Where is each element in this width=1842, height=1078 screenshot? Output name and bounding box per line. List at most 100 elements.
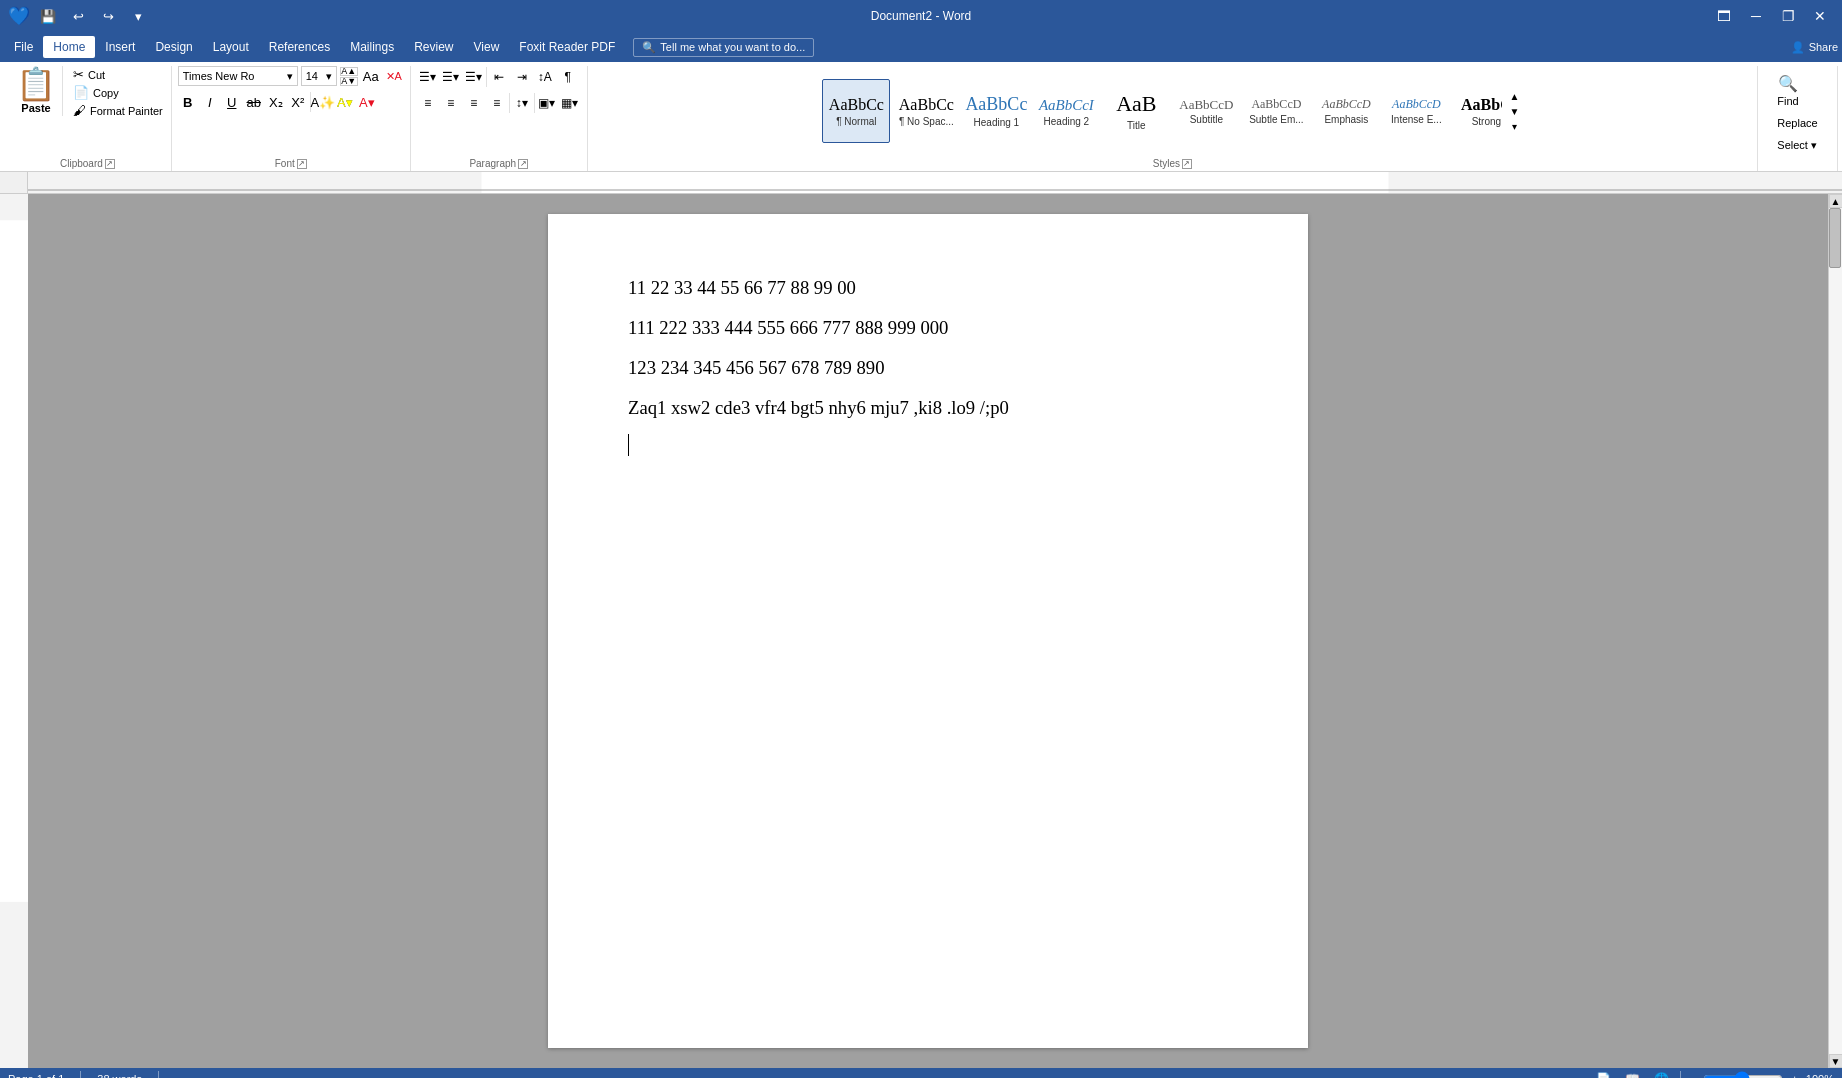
underline-button[interactable]: U [222,92,242,112]
font-format-row: B I U ab X₂ X² A✨ A▾ A▾ [178,92,377,112]
menu-design[interactable]: Design [145,36,202,58]
superscript-button[interactable]: X² [288,92,308,112]
menu-file[interactable]: File [4,36,43,58]
text-effect-button[interactable]: A✨ [313,92,333,112]
clear-formatting-button[interactable]: ✕A [384,66,404,86]
font-expand-button[interactable]: ↗ [297,159,307,169]
find-button[interactable]: 🔍 Find [1769,70,1806,111]
editing-label: Styles [1764,156,1831,169]
scroll-track[interactable] [1829,208,1842,1054]
styles-scroll-down-button[interactable]: ▼ [1506,104,1522,118]
increase-indent-button[interactable]: ⇥ [511,66,533,88]
style-no-spacing[interactable]: AaBbCc ¶ No Spac... [892,79,960,143]
paragraph-expand-button[interactable]: ↗ [518,159,528,169]
web-layout-button[interactable]: 🌐 [1651,1072,1672,1078]
styles-scroll-up-button[interactable]: ▲ [1506,89,1522,103]
doc-line-4: Zaq1 xsw2 cde3 vfr4 bgt5 nhy6 mju7 ,ki8 … [628,394,1228,422]
clipboard-group: 📋 Paste ✂ Cut 📄 Copy 🖌 Format Painter [4,66,172,171]
align-right-button[interactable]: ≡ [463,92,485,114]
bullets-button[interactable]: ☰▾ [417,66,439,88]
scroll-up-button[interactable]: ▲ [1829,194,1843,208]
styles-expand-button[interactable]: ↗ [1182,159,1192,169]
font-name-selector[interactable]: Times New Ro ▾ [178,66,298,86]
share-button[interactable]: 👤 Share [1791,41,1838,54]
doc-line-3-text: 123 234 345 456 567 678 789 890 [628,357,885,378]
decrease-font-button[interactable]: A▼ [340,77,358,86]
restore-window-button[interactable]: 🗖 [1710,4,1738,28]
cut-button[interactable]: ✂ Cut [71,66,165,83]
zoom-out-icon: − [1689,1073,1695,1078]
paste-button[interactable]: 📋 Paste [10,66,63,116]
svg-rect-1 [482,172,1389,194]
font-size-selector[interactable]: 14 ▾ [301,66,337,86]
print-layout-button[interactable]: 📄 [1593,1072,1614,1078]
scroll-thumb[interactable] [1829,208,1841,268]
read-mode-button[interactable]: 📖 [1622,1072,1643,1078]
document-title: Document2 - Word [871,9,971,23]
minimize-button[interactable]: ─ [1742,4,1770,28]
font-content: Times New Ro ▾ 14 ▾ A▲ A▼ Aa ✕A B [178,66,404,156]
menu-layout[interactable]: Layout [203,36,259,58]
style-heading1[interactable]: AaBbCc Heading 1 [962,79,1030,143]
style-heading2[interactable]: AaBbCcI Heading 2 [1032,79,1100,143]
bold-button[interactable]: B [178,92,198,112]
decrease-indent-button[interactable]: ⇤ [488,66,510,88]
style-emphasis[interactable]: AaBbCcD Emphasis [1312,79,1380,143]
customize-qat-button[interactable]: ▾ [126,4,150,28]
text-highlight-button[interactable]: A▾ [335,92,355,112]
menu-references[interactable]: References [259,36,340,58]
maximize-button[interactable]: ❐ [1774,4,1802,28]
clipboard-expand-button[interactable]: ↗ [105,159,115,169]
format-painter-button[interactable]: 🖌 Format Painter [71,102,165,119]
numbering-button[interactable]: ☰▾ [440,66,462,88]
copy-button[interactable]: 📄 Copy [71,84,165,101]
style-intense-em-label: Intense E... [1391,114,1442,125]
menu-review[interactable]: Review [404,36,463,58]
font-size-buttons: A▲ A▼ [340,67,358,86]
redo-qat-button[interactable]: ↪ [96,4,120,28]
align-left-button[interactable]: ≡ [417,92,439,114]
styles-gallery: AaBbCc ¶ Normal AaBbCc ¶ No Spac... AaBb… [822,79,1502,143]
style-strong[interactable]: AaBbC Strong [1452,79,1502,143]
font-group: Times New Ro ▾ 14 ▾ A▲ A▼ Aa ✕A B [172,66,411,171]
style-normal[interactable]: AaBbCc ¶ Normal [822,79,890,143]
text-cursor [628,434,629,456]
center-button[interactable]: ≡ [440,92,462,114]
borders-button[interactable]: ▦▾ [559,92,581,114]
style-title[interactable]: AaB Title [1102,79,1170,143]
shading-button[interactable]: ▣▾ [536,92,558,114]
multilevel-list-button[interactable]: ☰▾ [463,66,485,88]
change-case-button[interactable]: Aa [361,66,381,86]
increase-font-button[interactable]: A▲ [340,67,358,76]
font-color-button[interactable]: A▾ [357,92,377,112]
menu-home[interactable]: Home [43,36,95,58]
save-qat-button[interactable]: 💾 [36,4,60,28]
show-hide-button[interactable]: ¶ [557,66,579,88]
menu-insert[interactable]: Insert [95,36,145,58]
menu-view[interactable]: View [464,36,510,58]
scroll-down-button[interactable]: ▼ [1829,1054,1843,1068]
style-heading2-preview: AaBbCcI [1039,96,1094,114]
subscript-button[interactable]: X₂ [266,92,286,112]
para-divider1 [486,67,487,87]
menu-foxit[interactable]: Foxit Reader PDF [509,36,625,58]
undo-qat-button[interactable]: ↩ [66,4,90,28]
strikethrough-button[interactable]: ab [244,92,264,112]
style-subtitle[interactable]: AaBbCcD Subtitle [1172,79,1240,143]
italic-button[interactable]: I [200,92,220,112]
line-spacing-button[interactable]: ↕▾ [511,92,533,114]
select-button[interactable]: Select ▾ [1769,135,1825,156]
replace-button[interactable]: Replace [1769,113,1825,133]
style-subtle-em[interactable]: AaBbCcD Subtle Em... [1242,79,1310,143]
close-button[interactable]: ✕ [1806,4,1834,28]
styles-more-button[interactable]: ▾ [1506,119,1522,133]
menu-mailings[interactable]: Mailings [340,36,404,58]
ruler-container [0,172,1842,194]
style-intense-em[interactable]: AaBbCcD Intense E... [1382,79,1450,143]
justify-button[interactable]: ≡ [486,92,508,114]
tell-me-button[interactable]: 🔍 Tell me what you want to do... [633,38,814,57]
status-divider-2 [158,1071,159,1078]
sort-button[interactable]: ↕A [534,66,556,88]
zoom-slider[interactable] [1703,1071,1783,1078]
document-scroll[interactable]: 11 22 33 44 55 66 77 88 99 00 111 222 33… [28,194,1828,1068]
